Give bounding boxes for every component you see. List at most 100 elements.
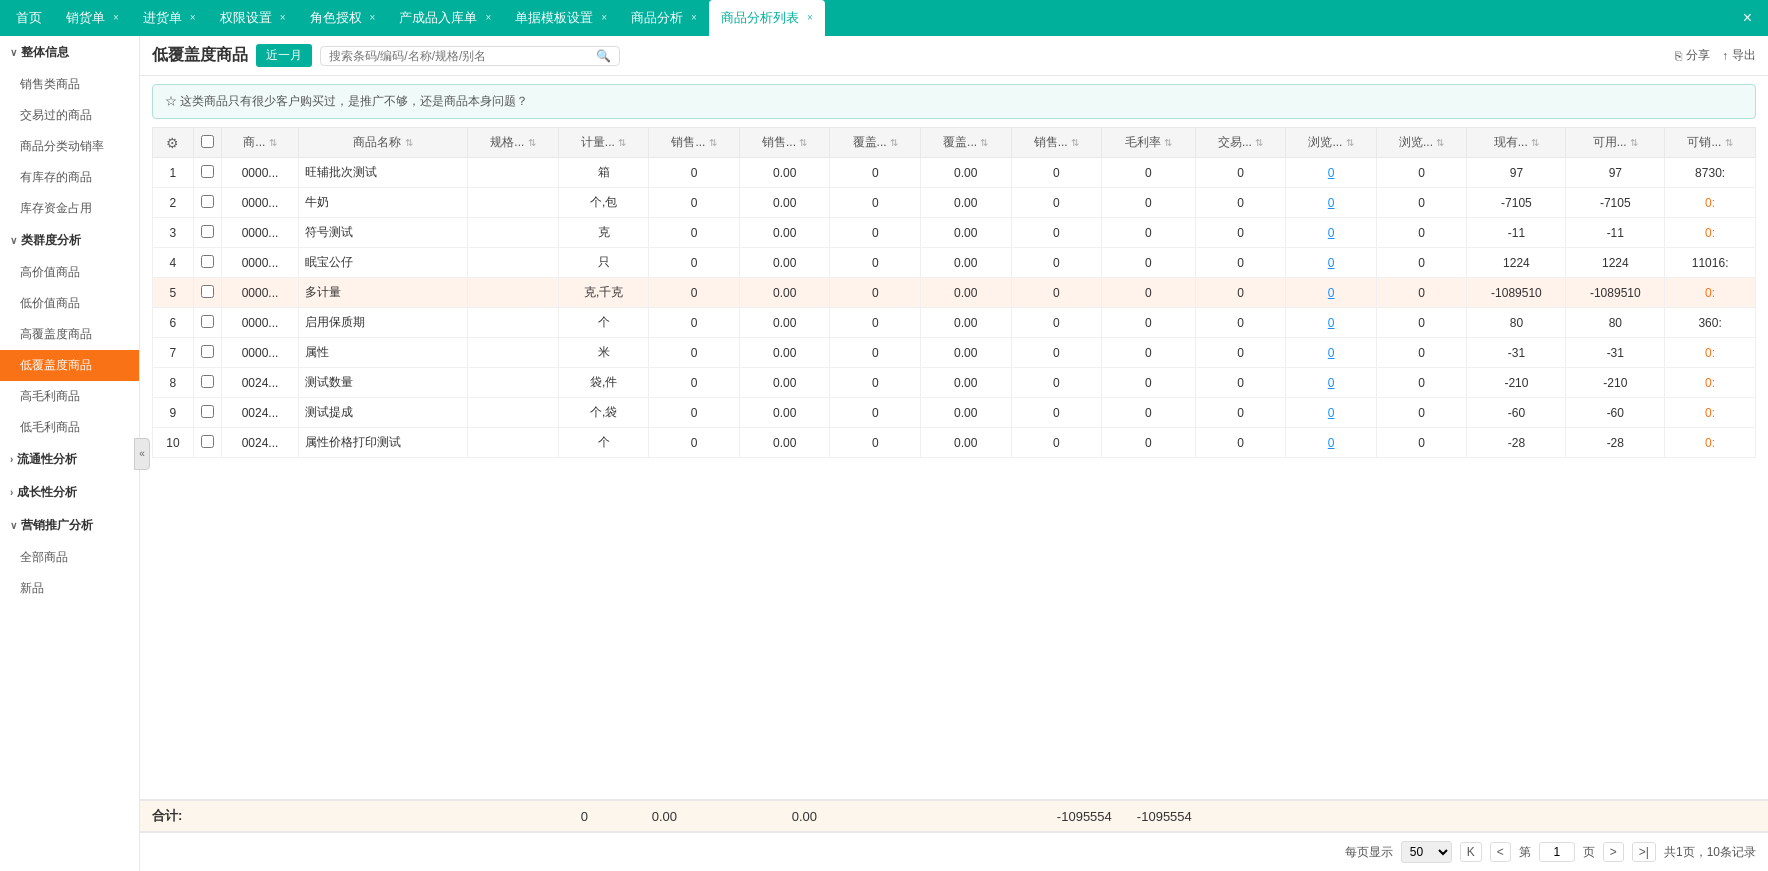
sidebar-section-growth[interactable]: › 成长性分析 — [0, 476, 139, 509]
usable-column-header[interactable]: 可用... ⇅ — [1566, 128, 1665, 158]
row-checkbox-cell[interactable] — [193, 188, 221, 218]
close-all-button[interactable]: × — [1731, 9, 1764, 27]
nav-tab-permission[interactable]: 权限设置 × — [208, 0, 298, 36]
select-all-checkbox[interactable] — [201, 135, 214, 148]
sidebar-section-marketing[interactable]: ∨ 营销推广分析 — [0, 509, 139, 542]
row-checkbox[interactable] — [201, 345, 214, 358]
sidebar-item-high-coverage[interactable]: 高覆盖度商品 — [0, 319, 139, 350]
row-checkbox-cell[interactable] — [193, 278, 221, 308]
nav-tab-product-entry[interactable]: 产成品入库单 × — [387, 0, 503, 36]
row-checkbox[interactable] — [201, 285, 214, 298]
sidebar-section-flow[interactable]: › 流通性分析 — [0, 443, 139, 476]
name-column-header[interactable]: 商品名称 ⇅ — [299, 128, 468, 158]
sidebar-item-high-value[interactable]: 高价值商品 — [0, 257, 139, 288]
close-icon[interactable]: × — [280, 0, 286, 36]
share-button[interactable]: ⎘ 分享 — [1675, 47, 1710, 64]
first-page-button[interactable]: K — [1460, 842, 1482, 862]
row-checkbox[interactable] — [201, 165, 214, 178]
nav-tab-goods-analysis[interactable]: 商品分析 × — [619, 0, 709, 36]
search-icon[interactable]: 🔍 — [596, 49, 611, 63]
row-checkbox[interactable] — [201, 195, 214, 208]
row-checkbox-cell[interactable] — [193, 338, 221, 368]
row-browse1[interactable]: 0 — [1286, 278, 1377, 308]
close-icon[interactable]: × — [113, 0, 119, 36]
row-checkbox[interactable] — [201, 375, 214, 388]
row-checkbox-cell[interactable] — [193, 158, 221, 188]
export-button[interactable]: ↑ 导出 — [1722, 47, 1756, 64]
sidebar-section-cluster[interactable]: ∨ 类群度分析 — [0, 224, 139, 257]
sidebar-collapse-button[interactable]: « — [134, 438, 150, 470]
code-column-header[interactable]: 商... ⇅ — [221, 128, 298, 158]
row-checkbox[interactable] — [201, 435, 214, 448]
close-icon[interactable]: × — [601, 0, 607, 36]
row-checkbox[interactable] — [201, 405, 214, 418]
trade-column-header[interactable]: 交易... ⇅ — [1195, 128, 1286, 158]
browse1-column-header[interactable]: 浏览... ⇅ — [1286, 128, 1377, 158]
row-browse1[interactable]: 0 — [1286, 308, 1377, 338]
row-browse1[interactable]: 0 — [1286, 368, 1377, 398]
row-checkbox[interactable] — [201, 315, 214, 328]
row-checkbox-cell[interactable] — [193, 398, 221, 428]
per-page-select[interactable]: 50 20 100 — [1401, 841, 1452, 863]
sidebar-item-low-value[interactable]: 低价值商品 — [0, 288, 139, 319]
nav-tab-home[interactable]: 首页 — [4, 0, 54, 36]
row-browse1[interactable]: 0 — [1286, 158, 1377, 188]
row-browse1[interactable]: 0 — [1286, 338, 1377, 368]
gross-column-header[interactable]: 毛利率 ⇅ — [1102, 128, 1196, 158]
row-browse1[interactable]: 0 — [1286, 428, 1377, 458]
sale-amount-column-header[interactable]: 销售... ⇅ — [739, 128, 830, 158]
close-icon[interactable]: × — [485, 0, 491, 36]
time-filter-button[interactable]: 近一月 — [256, 44, 312, 67]
nav-tab-role[interactable]: 角色授权 × — [298, 0, 388, 36]
row-checkbox-cell[interactable] — [193, 218, 221, 248]
table-container[interactable]: ⚙ 商... ⇅ 商品名称 ⇅ — [140, 127, 1768, 799]
close-icon[interactable]: × — [370, 0, 376, 36]
sale-qty-column-header[interactable]: 销售... ⇅ — [649, 128, 740, 158]
sidebar-item-sales-goods[interactable]: 销售类商品 — [0, 69, 139, 100]
row-browse1[interactable]: 0 — [1286, 248, 1377, 278]
settings-icon[interactable]: ⚙ — [166, 135, 179, 151]
unit-column-header[interactable]: 计量... ⇅ — [558, 128, 649, 158]
sidebar-item-low-coverage[interactable]: 低覆盖度商品 — [0, 350, 139, 381]
sidebar-item-low-margin[interactable]: 低毛利商品 — [0, 412, 139, 443]
last-page-button[interactable]: >| — [1632, 842, 1656, 862]
row-browse1[interactable]: 0 — [1286, 218, 1377, 248]
prev-page-button[interactable]: < — [1490, 842, 1511, 862]
checkbox-column-header[interactable] — [193, 128, 221, 158]
row-browse1[interactable]: 0 — [1286, 398, 1377, 428]
close-icon[interactable]: × — [691, 0, 697, 36]
saleable-column-header[interactable]: 可销... ⇅ — [1665, 128, 1756, 158]
row-current: -7105 — [1467, 188, 1566, 218]
settings-column-header[interactable]: ⚙ — [153, 128, 194, 158]
cover1-column-header[interactable]: 覆盖... ⇅ — [830, 128, 921, 158]
sidebar-item-traded-goods[interactable]: 交易过的商品 — [0, 100, 139, 131]
nav-tab-sales[interactable]: 销货单 × — [54, 0, 131, 36]
row-checkbox[interactable] — [201, 255, 214, 268]
close-icon[interactable]: × — [807, 0, 813, 36]
sale2-column-header[interactable]: 销售... ⇅ — [1011, 128, 1102, 158]
close-icon[interactable]: × — [190, 0, 196, 36]
browse2-column-header[interactable]: 浏览... ⇅ — [1376, 128, 1467, 158]
row-checkbox-cell[interactable] — [193, 308, 221, 338]
sidebar-item-stocked-goods[interactable]: 有库存的商品 — [0, 162, 139, 193]
sidebar-item-inventory-capital[interactable]: 库存资金占用 — [0, 193, 139, 224]
page-number-input[interactable] — [1539, 842, 1575, 862]
sidebar-item-all-goods[interactable]: 全部商品 — [0, 542, 139, 573]
cover2-column-header[interactable]: 覆盖... ⇅ — [921, 128, 1012, 158]
row-checkbox-cell[interactable] — [193, 248, 221, 278]
nav-tab-goods-analysis-list[interactable]: 商品分析列表 × — [709, 0, 825, 36]
row-checkbox[interactable] — [201, 225, 214, 238]
row-checkbox-cell[interactable] — [193, 428, 221, 458]
sidebar-item-category-rate[interactable]: 商品分类动销率 — [0, 131, 139, 162]
sidebar-item-high-margin[interactable]: 高毛利商品 — [0, 381, 139, 412]
next-page-button[interactable]: > — [1603, 842, 1624, 862]
search-input[interactable] — [329, 49, 592, 63]
nav-tab-template[interactable]: 单据模板设置 × — [503, 0, 619, 36]
current-column-header[interactable]: 现有... ⇅ — [1467, 128, 1566, 158]
spec-column-header[interactable]: 规格... ⇅ — [468, 128, 559, 158]
nav-tab-purchase[interactable]: 进货单 × — [131, 0, 208, 36]
sidebar-item-new-goods[interactable]: 新品 — [0, 573, 139, 604]
sidebar-section-overall[interactable]: ∨ 整体信息 — [0, 36, 139, 69]
row-browse1[interactable]: 0 — [1286, 188, 1377, 218]
row-checkbox-cell[interactable] — [193, 368, 221, 398]
